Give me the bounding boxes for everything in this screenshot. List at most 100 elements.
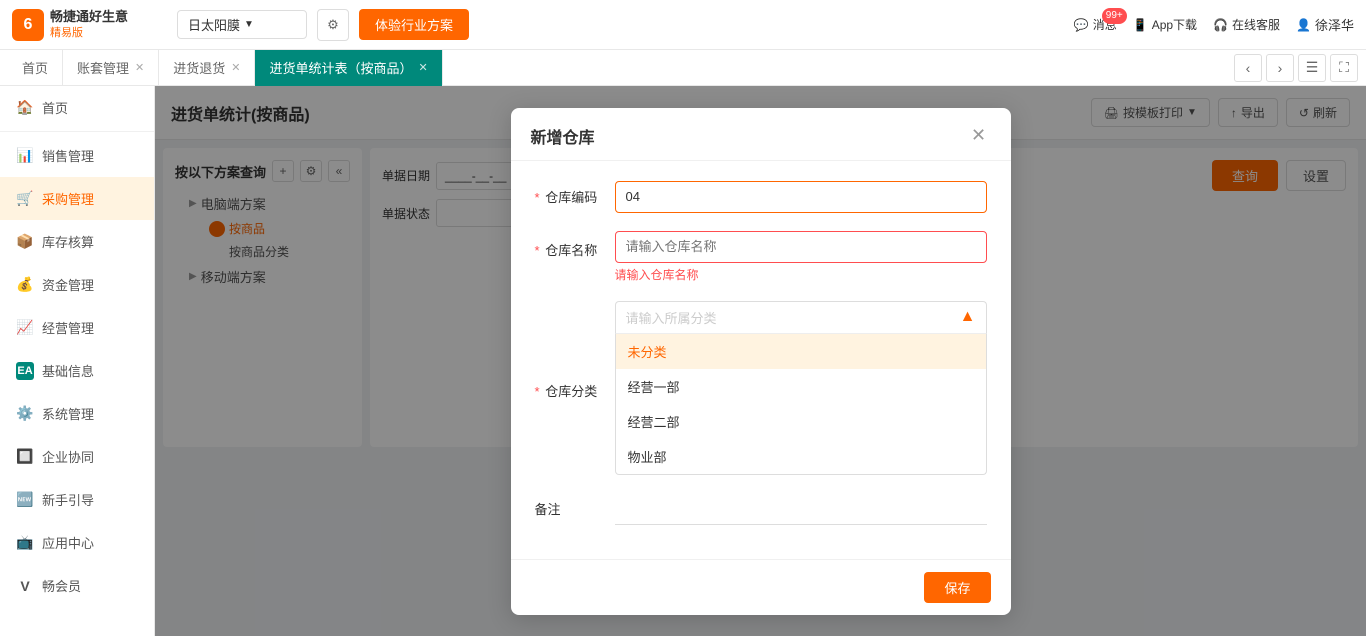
main-layout: 🏠 首页 📊 销售管理 🛒 采购管理 📦 库存核算 💰 资金管理 📈 经营管理 … [0,86,1366,636]
message-item[interactable]: 💬 消息 99+ [1074,16,1117,33]
purchase-icon: 🛒 [16,190,34,208]
online-service-item[interactable]: 🎧 在线客服 [1213,16,1280,33]
code-required-star: * [535,190,540,205]
dropdown-option-0[interactable]: 未分类 [616,334,986,369]
category-label: * 仓库分类 [535,375,615,400]
settings-icon[interactable]: ⚙ [317,9,349,41]
store-selector[interactable]: 日太阳膜 ▼ [177,10,307,39]
dropdown-option-2[interactable]: 经营二部 [616,404,986,439]
tab-purchase-return[interactable]: 进货退货 ✕ [159,50,255,86]
sidebar-item-app-center[interactable]: 📺 应用中心 [0,521,154,564]
dialog-header: 新增仓库 ✕ [511,108,1011,161]
sidebar-item-inventory[interactable]: 📦 库存核算 [0,220,154,263]
sidebar-item-basic[interactable]: EA 基础信息 [0,349,154,392]
category-field: * 仓库分类 请输入所属分类 ▲ 未分类 经营一部 [535,301,987,475]
name-label: * 仓库名称 [535,234,615,259]
code-field: * 仓库编码 [535,181,987,213]
sidebar-item-finance[interactable]: 💰 资金管理 [0,263,154,306]
top-header: 6 畅捷通好生意 精易版 日太阳膜 ▼ ⚙ 体验行业方案 💬 消息 99+ 📱 … [0,0,1366,50]
name-input[interactable] [615,231,987,263]
sidebar-item-system[interactable]: ⚙️ 系统管理 [0,392,154,435]
sales-icon: 📊 [16,147,34,165]
tab-purchase-return-close-icon[interactable]: ✕ [231,61,240,74]
code-input[interactable] [615,181,987,213]
logo-icon: 6 [12,9,44,41]
dialog-title: 新增仓库 [531,124,595,148]
logo-area: 6 畅捷通好生意 精易版 [12,9,167,41]
sidebar-item-member[interactable]: V 畅会员 [0,564,154,607]
name-field: * 仓库名称 请输入仓库名称 [535,231,987,283]
sidebar-item-sales[interactable]: 📊 销售管理 [0,134,154,177]
remark-field: 备注 [535,493,987,525]
app-label: App下载 [1152,16,1197,33]
tab-account[interactable]: 账套管理 ✕ [63,50,159,86]
tab-prev-icon[interactable]: ‹ [1234,54,1262,82]
logo-sub: 精易版 [50,24,128,40]
tab-home[interactable]: 首页 [8,50,63,86]
name-required-star: * [535,243,540,258]
sidebar-item-home[interactable]: 🏠 首页 [0,86,154,129]
user-name: 徐泽华 [1315,15,1354,34]
dialog-footer: 保存 [511,559,1011,615]
message-icon: 💬 [1074,18,1089,32]
name-label-text: 仓库名称 [545,243,597,258]
tab-actions: ‹ › ☰ ⛶ [1234,54,1358,82]
category-input-wrap: 请输入所属分类 ▲ 未分类 经营一部 经营二部 物业部 [615,301,987,475]
sidebar-inventory-label: 库存核算 [42,232,94,251]
category-input[interactable]: 请输入所属分类 ▲ [615,301,987,333]
dropdown-option-3[interactable]: 物业部 [616,439,986,474]
sidebar-finance-label: 资金管理 [42,275,94,294]
tab-purchase-stats[interactable]: 进货单统计表（按商品） ✕ [255,50,442,86]
tab-expand-icon[interactable]: ⛶ [1330,54,1358,82]
save-button[interactable]: 保存 [924,572,990,603]
category-up-arrow-icon[interactable]: ▲ [960,308,976,326]
user-avatar-icon: 👤 [1296,18,1311,32]
trial-button[interactable]: 体验行业方案 [359,9,469,40]
remark-input[interactable] [615,493,987,525]
sidebar-item-collab[interactable]: 🔲 企业协同 [0,435,154,478]
tab-home-label: 首页 [22,58,48,77]
home-icon: 🏠 [16,99,34,117]
sidebar-collab-label: 企业协同 [42,447,94,466]
sidebar: 🏠 首页 📊 销售管理 🛒 采购管理 📦 库存核算 💰 资金管理 📈 经营管理 … [0,86,155,636]
header-right: 💬 消息 99+ 📱 App下载 🎧 在线客服 👤 徐泽华 [1074,15,1354,34]
store-name: 日太阳膜 [188,15,240,34]
dialog-close-icon[interactable]: ✕ [967,124,991,148]
operation-icon: 📈 [16,319,34,337]
sidebar-item-guide[interactable]: 🆕 新手引导 [0,478,154,521]
guide-icon: 🆕 [16,491,34,509]
sidebar-home-label: 首页 [42,98,68,117]
category-label-text: 仓库分类 [545,384,597,399]
sidebar-basic-label: 基础信息 [42,361,94,380]
tab-purchase-stats-close-icon[interactable]: ✕ [419,61,428,74]
tab-account-close-icon[interactable]: ✕ [135,61,144,74]
basic-info-icon: EA [16,362,34,380]
sidebar-item-purchase[interactable]: 🛒 采购管理 [0,177,154,220]
member-icon: V [16,577,34,595]
remark-label: 备注 [535,493,615,518]
sidebar-sales-label: 销售管理 [42,146,94,165]
headset-icon: 🎧 [1213,18,1228,32]
app-center-icon: 📺 [16,534,34,552]
logo-text: 畅捷通好生意 [50,9,128,25]
app-icon: 📱 [1133,18,1148,32]
tab-purchase-stats-label: 进货单统计表（按商品） [269,58,412,77]
code-label-text: 仓库编码 [545,190,597,205]
finance-icon: 💰 [16,276,34,294]
content-area: 进货单统计(按商品) 🖨 按模板打印 ▼ ↑ 导出 ↺ 刷新 [155,86,1366,636]
category-dropdown: 未分类 经营一部 经营二部 物业部 [615,333,987,475]
system-icon: ⚙️ [16,405,34,423]
sidebar-purchase-label: 采购管理 [42,189,94,208]
dropdown-option-1[interactable]: 经营一部 [616,369,986,404]
tab-bar: 首页 账套管理 ✕ 进货退货 ✕ 进货单统计表（按商品） ✕ ‹ › ☰ ⛶ [0,50,1366,86]
sidebar-operation-label: 经营管理 [42,318,94,337]
code-label: * 仓库编码 [535,181,615,206]
dialog-body: * 仓库编码 * 仓库名称 [511,161,1011,559]
app-download-item[interactable]: 📱 App下载 [1133,16,1197,33]
sidebar-item-operation[interactable]: 📈 经营管理 [0,306,154,349]
sidebar-member-label: 畅会员 [42,576,81,595]
user-item[interactable]: 👤 徐泽华 [1296,15,1354,34]
sidebar-app-center-label: 应用中心 [42,533,94,552]
tab-next-icon[interactable]: › [1266,54,1294,82]
tab-menu-icon[interactable]: ☰ [1298,54,1326,82]
